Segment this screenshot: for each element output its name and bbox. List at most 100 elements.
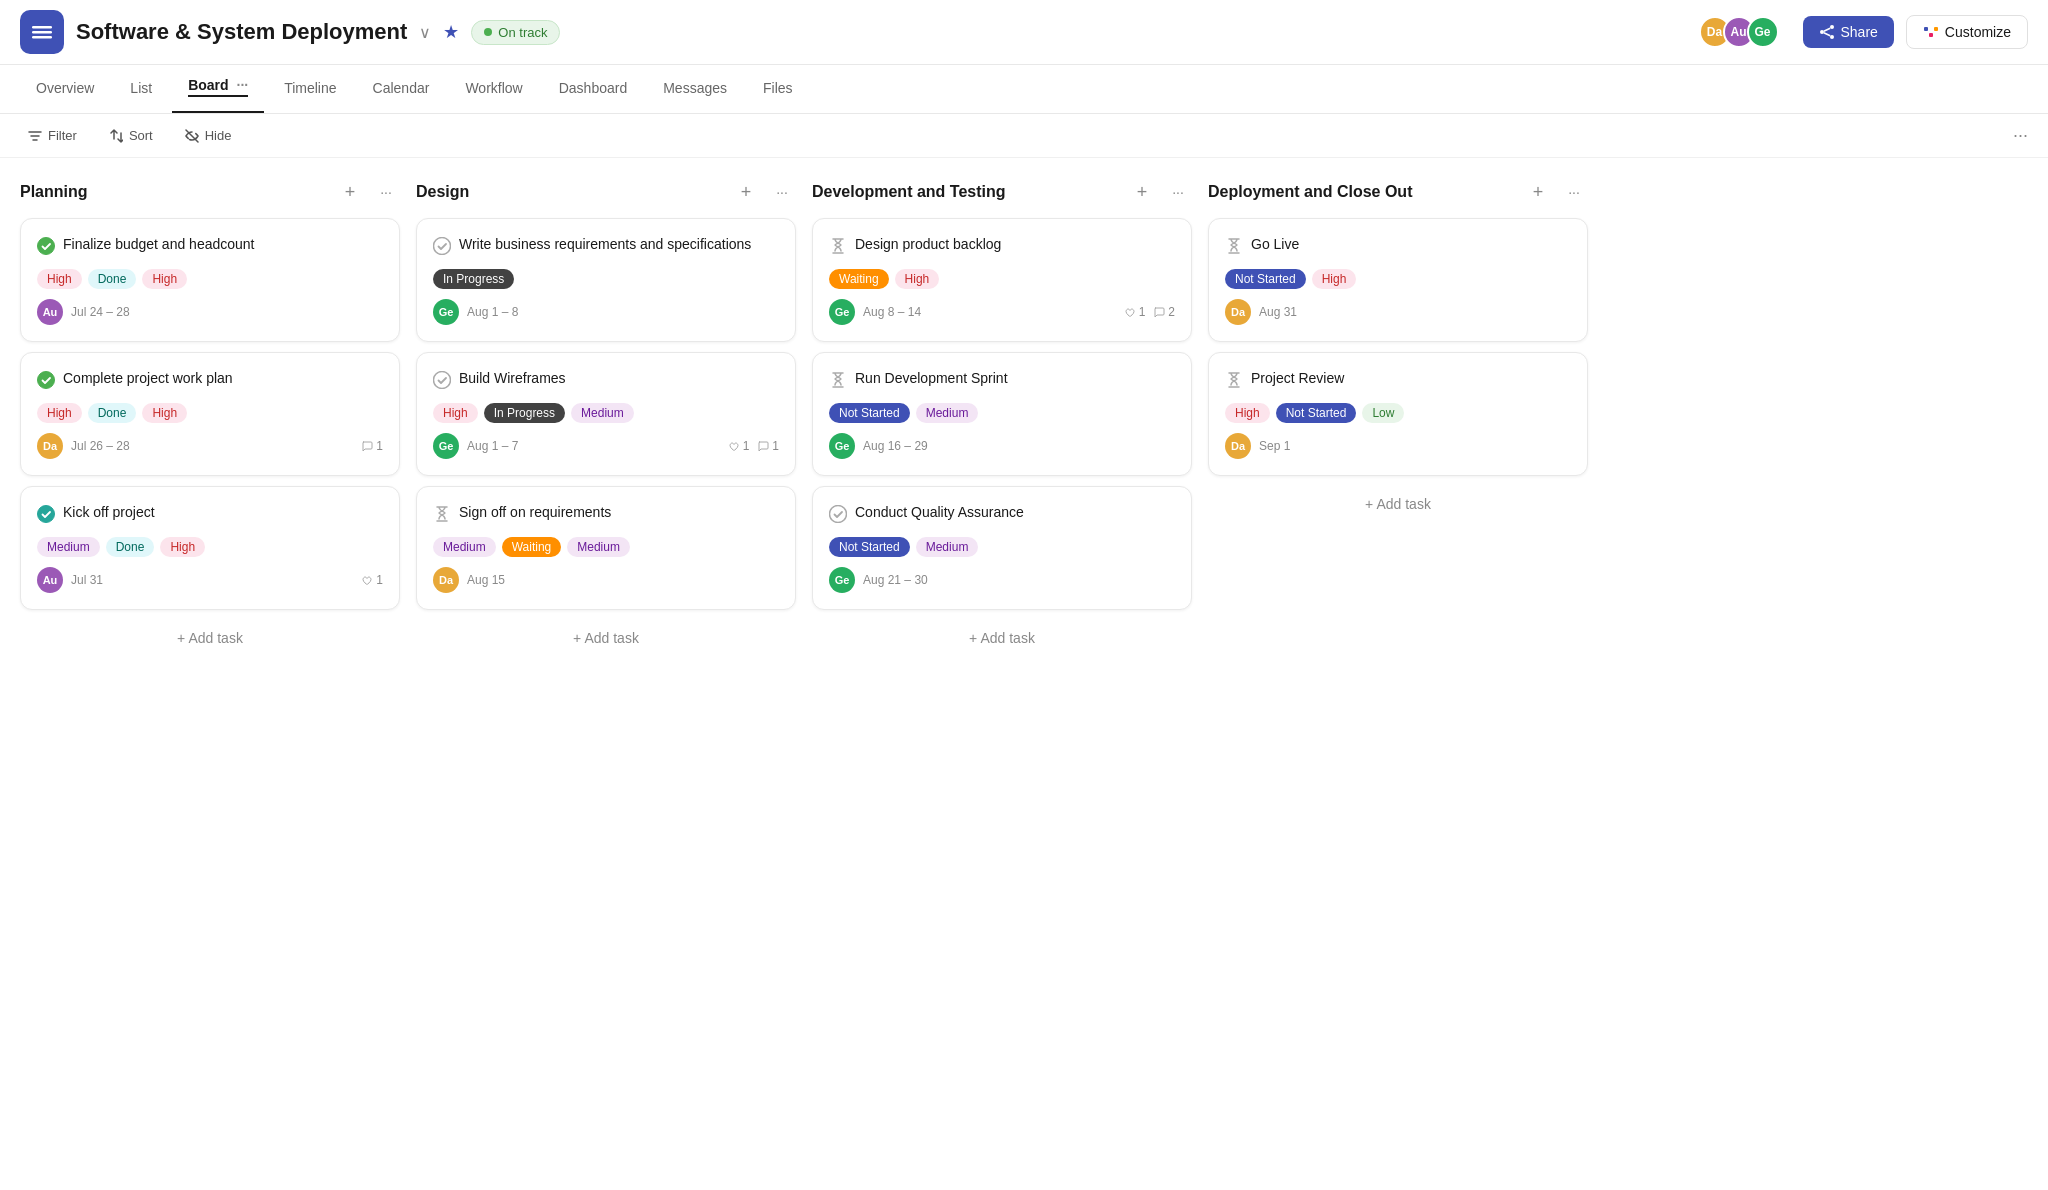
column-title-design: Design — [416, 183, 724, 201]
column-planning: Planning + ··· Finalize budget and headc… — [20, 178, 400, 656]
column-more-button-development[interactable]: ··· — [1164, 178, 1192, 206]
avatar-ge[interactable]: Ge — [1747, 16, 1779, 48]
project-title: Software & System Deployment — [76, 19, 407, 45]
column-add-button-deployment[interactable]: + — [1524, 178, 1552, 206]
task-card-c11[interactable]: Project Review HighNot StartedLow Da Sep… — [1208, 352, 1588, 476]
column-add-button-development[interactable]: + — [1128, 178, 1156, 206]
card-status-icon — [1225, 237, 1243, 259]
tab-timeline[interactable]: Timeline — [268, 68, 352, 110]
svg-point-15 — [434, 372, 451, 389]
tag-high: High — [1312, 269, 1357, 289]
tab-calendar[interactable]: Calendar — [357, 68, 446, 110]
on-track-dot — [484, 28, 492, 36]
card-date: Aug 1 – 7 — [467, 439, 720, 453]
top-header: Software & System Deployment ∨ ★ On trac… — [0, 0, 2048, 65]
tag-medium: Medium — [916, 403, 979, 423]
column-more-button-planning[interactable]: ··· — [372, 178, 400, 206]
comment-count: 1 — [757, 439, 779, 453]
card-status-icon — [37, 237, 55, 259]
card-tags: MediumDoneHigh — [37, 537, 383, 557]
add-task-button-planning[interactable]: + Add task — [20, 620, 400, 656]
card-title: Sign off on requirements — [459, 503, 611, 523]
like-count: 1 — [1124, 305, 1146, 319]
card-footer: Ge Aug 8 – 14 12 — [829, 299, 1175, 325]
card-footer: Da Jul 26 – 28 1 — [37, 433, 383, 459]
column-title-planning: Planning — [20, 183, 328, 201]
task-card-c8[interactable]: Run Development Sprint Not StartedMedium… — [812, 352, 1192, 476]
card-avatar: Ge — [829, 433, 855, 459]
card-status-icon — [433, 371, 451, 393]
task-card-c9[interactable]: Conduct Quality Assurance Not StartedMed… — [812, 486, 1192, 610]
card-title-row: Sign off on requirements — [433, 503, 779, 527]
tag-in-progress: In Progress — [433, 269, 514, 289]
title-dropdown-icon[interactable]: ∨ — [419, 23, 431, 42]
board-container: Planning + ··· Finalize budget and headc… — [0, 158, 2048, 1188]
card-avatar: Ge — [829, 567, 855, 593]
card-footer: Da Aug 31 — [1225, 299, 1571, 325]
tag-high: High — [433, 403, 478, 423]
svg-point-13 — [38, 506, 55, 523]
share-label: Share — [1841, 24, 1878, 40]
task-card-c5[interactable]: Build Wireframes HighIn ProgressMedium G… — [416, 352, 796, 476]
column-more-button-design[interactable]: ··· — [768, 178, 796, 206]
card-avatar: Da — [1225, 299, 1251, 325]
tag-low: Low — [1362, 403, 1404, 423]
task-card-c10[interactable]: Go Live Not StartedHigh Da Aug 31 — [1208, 218, 1588, 342]
star-icon[interactable]: ★ — [443, 21, 459, 43]
svg-point-11 — [38, 238, 55, 255]
filter-button[interactable]: Filter — [20, 124, 85, 147]
tab-overview[interactable]: Overview — [20, 68, 110, 110]
tab-workflow[interactable]: Workflow — [449, 68, 538, 110]
tag-high: High — [142, 269, 187, 289]
task-card-c7[interactable]: Design product backlog WaitingHigh Ge Au… — [812, 218, 1192, 342]
filter-label: Filter — [48, 128, 77, 143]
svg-point-5 — [1820, 30, 1824, 34]
tag-done: Done — [106, 537, 155, 557]
card-title-row: Go Live — [1225, 235, 1571, 259]
hide-label: Hide — [205, 128, 232, 143]
tab-board[interactable]: Board ··· — [172, 65, 264, 113]
card-status-icon — [829, 505, 847, 527]
tab-messages[interactable]: Messages — [647, 68, 743, 110]
toolbar-more-button[interactable]: ··· — [2013, 125, 2028, 146]
svg-point-16 — [830, 506, 847, 523]
comment-count: 1 — [361, 439, 383, 453]
card-date: Aug 31 — [1259, 305, 1563, 319]
card-avatar: Da — [1225, 433, 1251, 459]
customize-button[interactable]: Customize — [1906, 15, 2028, 49]
card-footer: Ge Aug 1 – 7 11 — [433, 433, 779, 459]
task-card-c6[interactable]: Sign off on requirements MediumWaitingMe… — [416, 486, 796, 610]
menu-button[interactable] — [20, 10, 64, 54]
tab-files[interactable]: Files — [747, 68, 809, 110]
svg-line-6 — [1823, 28, 1829, 31]
add-task-button-development[interactable]: + Add task — [812, 620, 1192, 656]
column-add-button-design[interactable]: + — [732, 178, 760, 206]
tab-list[interactable]: List — [114, 68, 168, 110]
svg-point-12 — [38, 372, 55, 389]
sort-button[interactable]: Sort — [101, 124, 161, 147]
card-footer: Da Sep 1 — [1225, 433, 1571, 459]
card-title: Build Wireframes — [459, 369, 566, 389]
share-button[interactable]: Share — [1803, 16, 1894, 48]
column-development: Development and Testing + ··· Design pro… — [812, 178, 1192, 656]
task-card-c3[interactable]: Kick off project MediumDoneHigh Au Jul 3… — [20, 486, 400, 610]
column-more-button-deployment[interactable]: ··· — [1560, 178, 1588, 206]
add-task-button-deployment[interactable]: + Add task — [1208, 486, 1588, 522]
task-card-c1[interactable]: Finalize budget and headcount HighDoneHi… — [20, 218, 400, 342]
tag-medium: Medium — [37, 537, 100, 557]
card-footer: Ge Aug 16 – 29 — [829, 433, 1175, 459]
task-card-c4[interactable]: Write business requirements and specific… — [416, 218, 796, 342]
add-task-button-design[interactable]: + Add task — [416, 620, 796, 656]
column-add-button-planning[interactable]: + — [336, 178, 364, 206]
card-date: Aug 1 – 8 — [467, 305, 771, 319]
nav-tabs: Overview List Board ··· Timeline Calenda… — [0, 65, 2048, 114]
card-date: Jul 31 — [71, 573, 353, 587]
card-date: Aug 15 — [467, 573, 771, 587]
tag-medium: Medium — [571, 403, 634, 423]
tab-dashboard[interactable]: Dashboard — [543, 68, 644, 110]
card-title: Finalize budget and headcount — [63, 235, 254, 255]
task-card-c2[interactable]: Complete project work plan HighDoneHigh … — [20, 352, 400, 476]
like-count: 1 — [728, 439, 750, 453]
hide-button[interactable]: Hide — [177, 124, 240, 147]
tag-medium: Medium — [433, 537, 496, 557]
